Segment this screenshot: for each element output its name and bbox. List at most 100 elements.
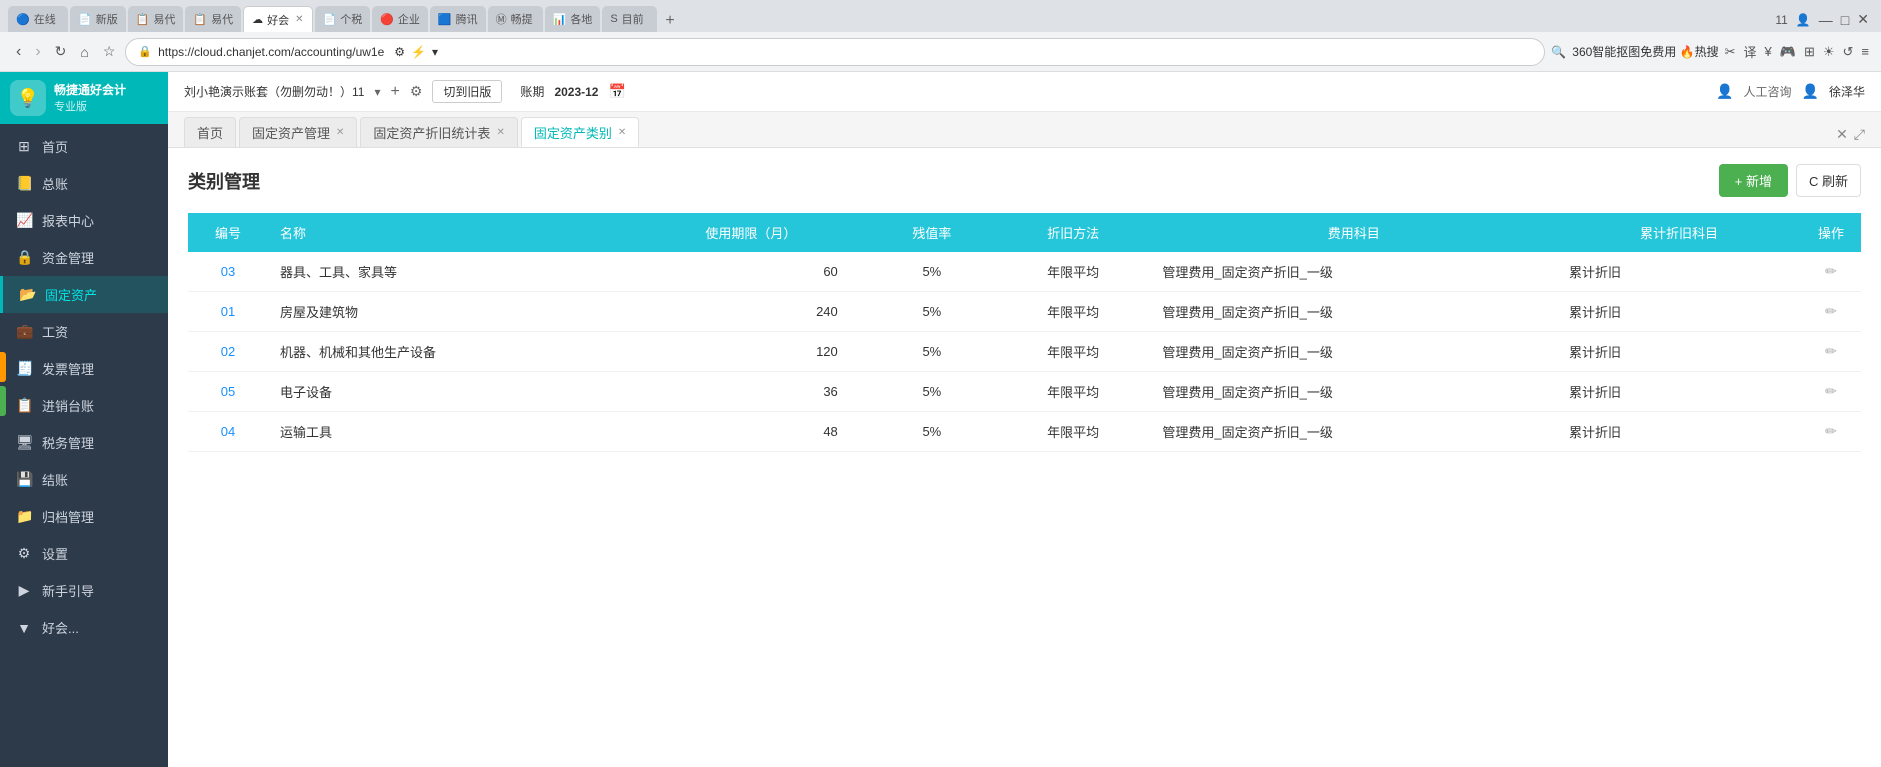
edit-icon[interactable]: ✏ — [1825, 343, 1837, 359]
browser-tab-9[interactable]: Ⓜ畅提 — [488, 6, 543, 32]
tab-fixed-mgmt[interactable]: 固定资产管理 ✕ — [239, 117, 357, 147]
sidebar-item-label: 进销台账 — [42, 396, 94, 415]
dropdown-icon[interactable]: ▾ — [374, 85, 380, 99]
brightness-icon[interactable]: ☀ — [1823, 44, 1835, 60]
profile-icon[interactable]: 👤 — [1796, 13, 1811, 27]
period-label: 账期 — [520, 83, 544, 100]
currency-icon[interactable]: ¥ — [1765, 44, 1772, 59]
sidebar-item-guide[interactable]: ▶ 新手引导 — [0, 572, 168, 609]
sidebar-item-ledger[interactable]: 📒 总账 — [0, 165, 168, 202]
tab-close-depreciation[interactable]: ✕ — [496, 127, 504, 138]
tab-fixed-mgmt-label: 固定资产管理 — [252, 123, 330, 142]
tab-category-active[interactable]: 固定资产类别 ✕ — [521, 117, 639, 147]
sidebar-item-funds[interactable]: 🔒 资金管理 — [0, 239, 168, 276]
edit-icon[interactable]: ✏ — [1825, 423, 1837, 439]
browser-tab-7[interactable]: 🔴企业 — [372, 6, 428, 32]
browser-tab-1[interactable]: 🔵在线 — [8, 6, 68, 32]
undo-icon[interactable]: ↺ — [1843, 44, 1854, 60]
sidebar-item-label: 设置 — [42, 544, 68, 563]
cell-expense: 管理费用_固定资产折旧_一级 — [1150, 252, 1557, 292]
reload-btn[interactable]: ↻ — [51, 41, 71, 62]
sidebar: 💡 畅捷通好会计 专业版 ⊞ 首页 📒 总账 📈 报表中心 🔒 资 — [0, 72, 168, 767]
expand-icon[interactable]: ⤢ — [1854, 126, 1865, 143]
sidebar-item-archive[interactable]: 📁 归档管理 — [0, 498, 168, 535]
address-bar: ‹ › ↻ ⌂ ☆ 🔒 https://cloud.chanjet.com/ac… — [0, 32, 1881, 72]
edit-icon[interactable]: ✏ — [1825, 303, 1837, 319]
main-area: 刘小艳演示账套（勿删勿动！）11 ▾ + ⚙ 切到旧版 账期 2023-12 📅… — [168, 72, 1881, 767]
back-btn[interactable]: ‹ — [12, 41, 25, 63]
table-row: 02 机器、机械和其他生产设备 120 5% 年限平均 管理费用_固定资产折旧_… — [188, 332, 1861, 372]
browser-tab-11[interactable]: S目前 — [602, 6, 657, 32]
url-text: https://cloud.chanjet.com/accounting/uw1… — [158, 45, 384, 59]
minimize-btn[interactable]: — — [1819, 12, 1833, 28]
maximize-btn[interactable]: □ — [1841, 12, 1849, 28]
add-btn[interactable]: + 新增 — [1719, 164, 1788, 197]
bookmark-btn[interactable]: ☆ — [99, 41, 120, 62]
search-area: 🔍 360智能抠图免费用 🔥热搜 — [1551, 43, 1718, 60]
close-btn[interactable]: ✕ — [1857, 11, 1869, 28]
tab-depreciation[interactable]: 固定资产折旧统计表 ✕ — [360, 117, 517, 147]
tab-close-5[interactable]: ✕ — [295, 14, 303, 25]
sidebar-item-invoice[interactable]: 🧾 发票管理 — [0, 350, 168, 387]
left-edge-indicator — [0, 352, 8, 416]
app-tab-bar: 首页 固定资产管理 ✕ 固定资产折旧统计表 ✕ 固定资产类别 ✕ ✕ ⤢ — [168, 112, 1881, 148]
forward-btn[interactable]: › — [31, 41, 44, 63]
edit-icon[interactable]: ✏ — [1825, 383, 1837, 399]
cell-residual: 5% — [868, 372, 996, 412]
browser-tab-2[interactable]: 📄新版 — [70, 6, 126, 32]
menu-icon[interactable]: ≡ — [1861, 44, 1869, 59]
new-tab-btn[interactable]: + — [659, 12, 680, 30]
browser-chrome: 🔵在线 📄新版 📋易代 📋易代 ☁好会✕ 📄个税 🔴企业 🟦腾讯 Ⓜ畅提 📊各地… — [0, 0, 1881, 32]
switch-version-btn[interactable]: 切到旧版 — [432, 80, 502, 103]
url-bar[interactable]: 🔒 https://cloud.chanjet.com/accounting/u… — [125, 38, 1545, 66]
edit-icon[interactable]: ✏ — [1825, 263, 1837, 279]
cell-name: 机器、机械和其他生产设备 — [268, 332, 634, 372]
sidebar-item-more[interactable]: ▼ 好会... — [0, 609, 168, 646]
sidebar-item-tax[interactable]: 🖥 税务管理 — [0, 424, 168, 461]
tab-home[interactable]: 首页 — [184, 117, 236, 147]
sidebar-item-stock[interactable]: 📋 进销台账 — [0, 387, 168, 424]
tab-close-category[interactable]: ✕ — [618, 127, 626, 138]
cell-name: 运输工具 — [268, 412, 634, 452]
browser-tab-10[interactable]: 📊各地 — [545, 6, 601, 32]
scissors-icon[interactable]: ✂ — [1725, 44, 1736, 60]
cell-code: 03 — [188, 252, 268, 292]
sidebar-item-reports[interactable]: 📈 报表中心 — [0, 202, 168, 239]
user-avatar: 👤 — [1802, 83, 1819, 100]
grid-icon[interactable]: ⊞ — [1804, 44, 1815, 60]
cell-action: ✏ — [1801, 332, 1861, 372]
sidebar-item-label: 工资 — [42, 322, 68, 341]
browser-tab-5-active[interactable]: ☁好会✕ — [243, 6, 312, 32]
sidebar-item-label: 新手引导 — [42, 581, 94, 600]
consult-label[interactable]: 人工咨询 — [1744, 83, 1792, 100]
category-table: 编号 名称 使用期限（月） 残值率 折旧方法 费用科目 累计折旧科目 操作 03 — [188, 213, 1861, 452]
fixed-assets-icon: 📂 — [19, 286, 35, 303]
sidebar-item-fixed-assets[interactable]: 📂 固定资产 — [0, 276, 168, 313]
settings-btn[interactable]: ⚙ — [410, 83, 423, 100]
sidebar-item-checkout[interactable]: 💾 结账 — [0, 461, 168, 498]
home-btn[interactable]: ⌂ — [76, 42, 92, 62]
cell-accumulated: 累计折旧 — [1557, 372, 1801, 412]
cell-months: 60 — [634, 252, 868, 292]
cell-name: 电子设备 — [268, 372, 634, 412]
search-label[interactable]: 360智能抠图免费用 🔥热搜 — [1572, 43, 1718, 60]
table-row: 04 运输工具 48 5% 年限平均 管理费用_固定资产折旧_一级 累计折旧 ✏ — [188, 412, 1861, 452]
add-account-btn[interactable]: + — [391, 83, 400, 101]
translate-icon[interactable]: 译 — [1744, 42, 1757, 61]
calendar-icon[interactable]: 📅 — [608, 83, 625, 100]
browser-tab-6[interactable]: 📄个税 — [315, 6, 371, 32]
sidebar-item-home[interactable]: ⊞ 首页 — [0, 128, 168, 165]
browser-tab-3[interactable]: 📋易代 — [128, 6, 184, 32]
app-container: 💡 畅捷通好会计 专业版 ⊞ 首页 📒 总账 📈 报表中心 🔒 资 — [0, 72, 1881, 767]
browser-tab-4[interactable]: 📋易代 — [185, 6, 241, 32]
collapse-icon[interactable]: ✕ — [1836, 126, 1848, 143]
tab-close-fixed-mgmt[interactable]: ✕ — [336, 127, 344, 138]
refresh-btn[interactable]: C 刷新 — [1796, 164, 1861, 197]
browser-tab-8[interactable]: 🟦腾讯 — [430, 6, 486, 32]
table-row: 01 房屋及建筑物 240 5% 年限平均 管理费用_固定资产折旧_一级 累计折… — [188, 292, 1861, 332]
cell-action: ✏ — [1801, 412, 1861, 452]
guide-icon: ▶ — [16, 582, 32, 599]
game-icon[interactable]: 🎮 — [1780, 44, 1796, 60]
sidebar-item-settings[interactable]: ⚙ 设置 — [0, 535, 168, 572]
sidebar-item-salary[interactable]: 💼 工资 — [0, 313, 168, 350]
